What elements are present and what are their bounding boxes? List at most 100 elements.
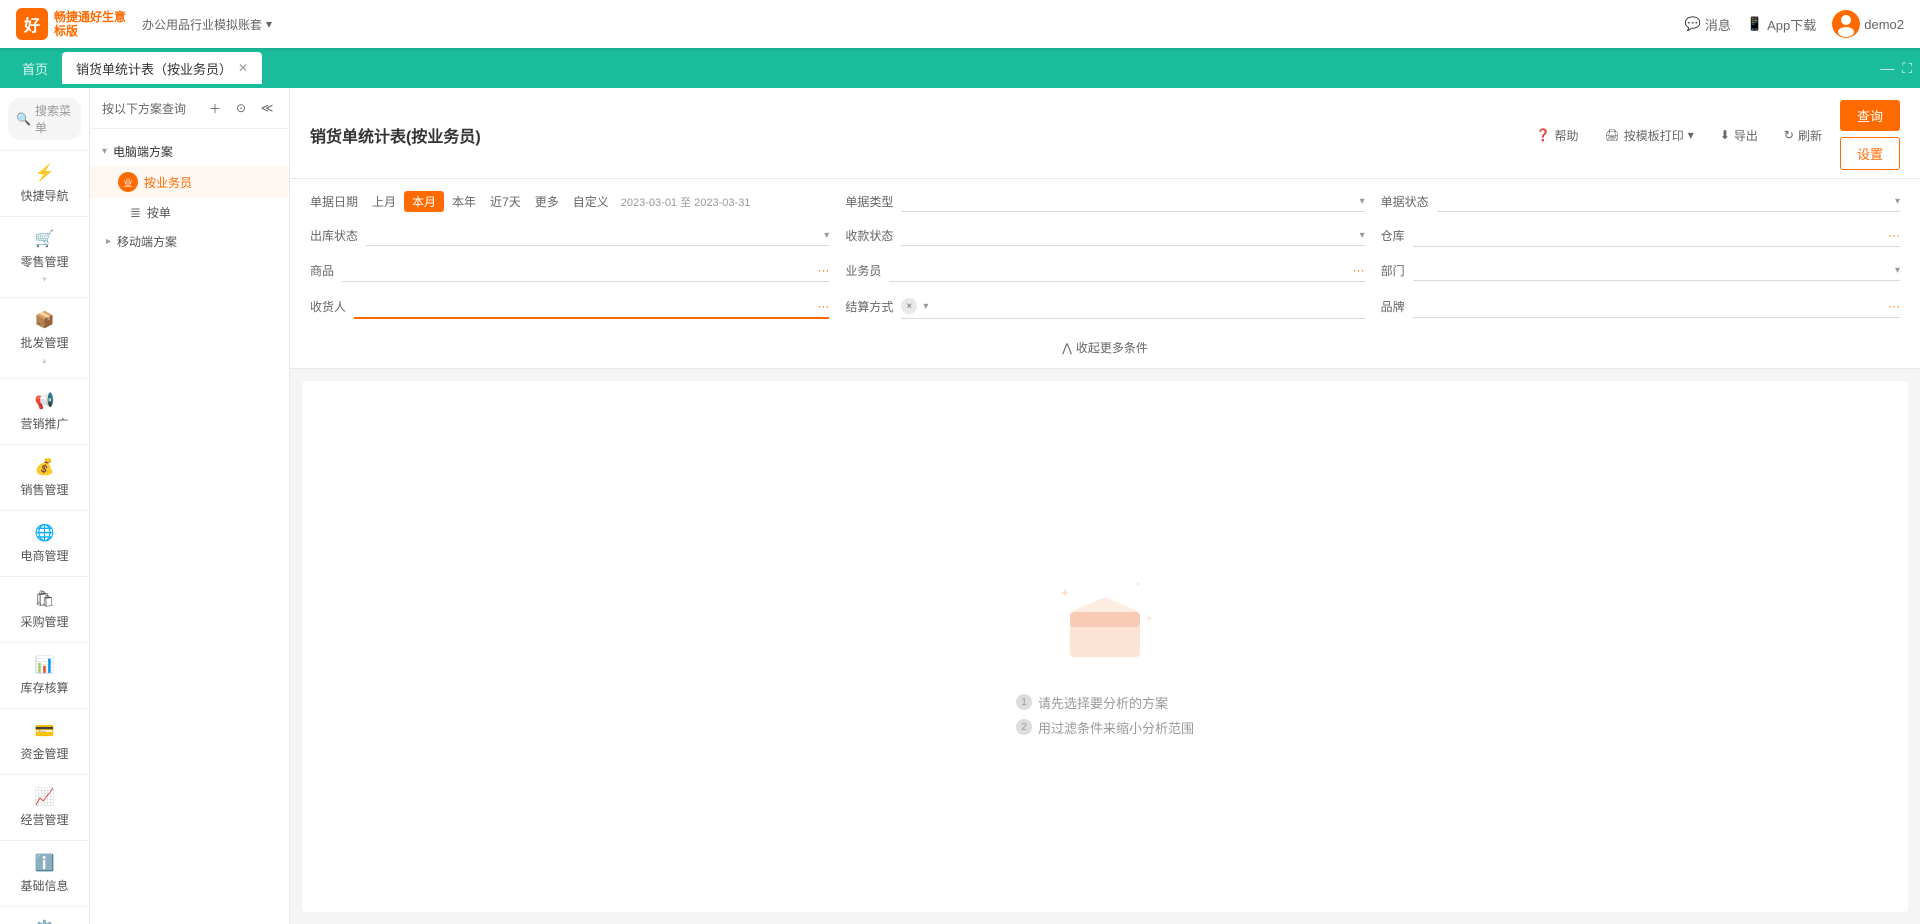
date-tab-last-month[interactable]: 上月 [366, 191, 402, 212]
tab-sales-stats[interactable]: 销货单统计表（按业务员） ✕ [62, 52, 262, 84]
brand-input[interactable]: ··· [1413, 295, 1900, 318]
sidebar-item-ecommerce[interactable]: 🌐 电商管理 [0, 511, 89, 577]
logo-icon: 好 [16, 8, 48, 40]
collapse-up-icon: ⋀ [1062, 341, 1072, 355]
app-download-icon: 📱 [1747, 16, 1763, 32]
sidebar-search-input[interactable]: 🔍 搜索菜单 [8, 98, 81, 140]
sales-icon: 💰 [35, 457, 55, 477]
sidebar-item-inventory[interactable]: 📊 库存核算 [0, 643, 89, 709]
doc-type-field: 单据类型 ▾ [845, 192, 1364, 212]
basic-info-icon: ℹ️ [35, 853, 55, 873]
recipient-dots-icon[interactable]: ··· [817, 299, 829, 313]
sidebar-item-quick-nav[interactable]: ⚡ 快捷导航 [0, 151, 89, 217]
sidebar-item-retail[interactable]: 🛒 零售管理 ▾ [0, 217, 89, 298]
query-button[interactable]: 查询 [1840, 100, 1900, 131]
tree-expand-icon: ▾ [102, 146, 107, 157]
breadcrumb: 办公用品行业模拟账套 ▾ [142, 16, 272, 33]
order-scheme-icon: ≣ [130, 205, 141, 221]
scheme-active-dot: 业 [118, 172, 138, 192]
refresh-icon: ↻ [1784, 128, 1794, 142]
empty-hint-1: 1 请先选择要分析的方案 [1016, 693, 1194, 712]
help-button[interactable]: ❓ 帮助 [1528, 123, 1587, 148]
out-status-input[interactable]: ▾ [366, 226, 829, 246]
doc-type-input[interactable]: ▾ [901, 192, 1364, 212]
doc-status-input[interactable]: ▾ [1437, 192, 1900, 212]
brand-dots-icon[interactable]: ··· [1888, 299, 1900, 313]
desktop-scheme-group: ▾ 电脑端方案 业 按业务员 ≣ 按单 [90, 137, 289, 227]
template-print-button[interactable]: 🖨 按模板打印 ▾ [1597, 123, 1702, 148]
tab-bar: 首页 销货单统计表（按业务员） ✕ — ⛶ [0, 48, 1920, 88]
sidebar-item-purchase[interactable]: 🛍 采购管理 [0, 577, 89, 643]
sidebar-item-sales[interactable]: 💰 销售管理 [0, 445, 89, 511]
warehouse-dots-icon[interactable]: ··· [1888, 228, 1900, 242]
date-tab-7days[interactable]: 近7天 [484, 191, 527, 212]
collapse-filters-button[interactable]: ⋀ 收起更多条件 [310, 331, 1900, 356]
filter-row-4: 收货人 ··· 结算方式 × ▾ 品牌 [310, 294, 1900, 319]
top-nav-left: 好 畅捷通好生意 标版 办公用品行业模拟账套 ▾ [16, 8, 272, 40]
sidebar-item-marketing[interactable]: 📢 营销推广 [0, 379, 89, 445]
app-download-btn[interactable]: 📱 App下载 [1747, 15, 1816, 34]
tab-minimize-icon[interactable]: — [1880, 60, 1894, 77]
logo-area: 好 畅捷通好生意 标版 [16, 8, 126, 40]
edit-scheme-button[interactable]: ⊙ [231, 98, 251, 118]
department-input[interactable]: ▾ [1413, 261, 1900, 281]
user-menu[interactable]: demo2 [1832, 10, 1904, 38]
collapse-panel-button[interactable]: ≪ [257, 98, 277, 118]
tab-home[interactable]: 首页 [8, 52, 62, 84]
settlement-arrow-icon: ▾ [923, 301, 928, 312]
page-title: 销货单统计表(按业务员) [310, 123, 481, 147]
date-field: 单据日期 上月 本月 本年 近7天 更多 自定义 2023-03-01 至 20… [310, 191, 829, 212]
goods-dots-icon[interactable]: ··· [817, 263, 829, 277]
tab-close-icon[interactable]: ✕ [238, 61, 248, 75]
sidebar-item-finance[interactable]: 💳 资金管理 [0, 709, 89, 775]
filter-area: 单据日期 上月 本月 本年 近7天 更多 自定义 2023-03-01 至 20… [290, 179, 1920, 369]
mobile-scheme-header[interactable]: ▸ 移动端方案 [90, 227, 289, 256]
desktop-scheme-header[interactable]: ▾ 电脑端方案 [90, 137, 289, 166]
filter-left-header: 按以下方案查询 ＋ ⊙ ≪ [90, 88, 289, 129]
salesperson-dots-icon[interactable]: ··· [1353, 263, 1365, 277]
sidebar-item-operations[interactable]: 📈 经营管理 [0, 775, 89, 841]
empty-illustration: ✦ ✦ ✦ [1045, 557, 1165, 677]
retail-arrow-icon: ▾ [42, 274, 47, 285]
department-field: 部门 ▾ [1381, 261, 1900, 281]
refresh-button[interactable]: ↻ 刷新 [1776, 123, 1830, 148]
inventory-icon: 📊 [35, 655, 55, 675]
message-btn[interactable]: 💬 消息 [1685, 15, 1731, 34]
add-scheme-button[interactable]: ＋ [205, 98, 225, 118]
out-status-arrow-icon: ▾ [824, 230, 829, 241]
settings-button[interactable]: 设置 [1840, 137, 1900, 170]
scheme-by-order[interactable]: ≣ 按单 [90, 198, 289, 227]
system-icon: ⚙️ [35, 919, 55, 924]
finance-icon: 💳 [35, 721, 55, 741]
date-tab-this-year[interactable]: 本年 [446, 191, 482, 212]
sidebar-item-basic-info[interactable]: ℹ️ 基础信息 [0, 841, 89, 907]
warehouse-input[interactable]: ··· [1413, 224, 1900, 247]
sidebar-item-wholesale[interactable]: 📦 批发管理 ▴ [0, 298, 89, 379]
tab-maximize-icon[interactable]: ⛶ [1902, 60, 1912, 77]
filter-row-2: 出库状态 ▾ 收款状态 ▾ 仓库 [310, 224, 1900, 247]
salesperson-field: 业务员 ··· [845, 259, 1364, 282]
ecommerce-icon: 🌐 [35, 523, 55, 543]
goods-input[interactable]: ··· [342, 259, 829, 282]
help-icon: ❓ [1536, 128, 1551, 142]
settlement-input[interactable]: × ▾ [901, 294, 1364, 319]
breadcrumb-dropdown-icon[interactable]: ▾ [266, 17, 272, 31]
marketing-icon: 📢 [35, 391, 55, 411]
sidebar-item-system[interactable]: ⚙️ 系统管理 [0, 907, 89, 924]
export-button[interactable]: ⬇ 导出 [1712, 123, 1766, 148]
date-tab-more[interactable]: 更多 [529, 191, 565, 212]
payment-status-input[interactable]: ▾ [901, 226, 1364, 246]
filter-header-icons: ＋ ⊙ ≪ [205, 98, 277, 118]
logo-text: 畅捷通好生意 标版 [54, 10, 126, 39]
quick-nav-icon: ⚡ [35, 163, 55, 183]
sidebar: 🔍 搜索菜单 ⚡ 快捷导航 🛒 零售管理 ▾ 📦 批发管理 ▴ 📢 营销推广 💰… [0, 88, 90, 924]
salesperson-input[interactable]: ··· [889, 259, 1364, 282]
scheme-by-salesperson[interactable]: 业 按业务员 [90, 166, 289, 198]
settlement-clear-icon[interactable]: × [901, 298, 917, 314]
svg-text:✦: ✦ [1060, 586, 1070, 600]
message-icon: 💬 [1685, 16, 1701, 32]
date-tab-custom[interactable]: 自定义 [567, 191, 615, 212]
date-tab-this-month[interactable]: 本月 [404, 191, 444, 212]
svg-text:✦: ✦ [1145, 614, 1153, 625]
recipient-input[interactable]: ··· [354, 295, 829, 319]
